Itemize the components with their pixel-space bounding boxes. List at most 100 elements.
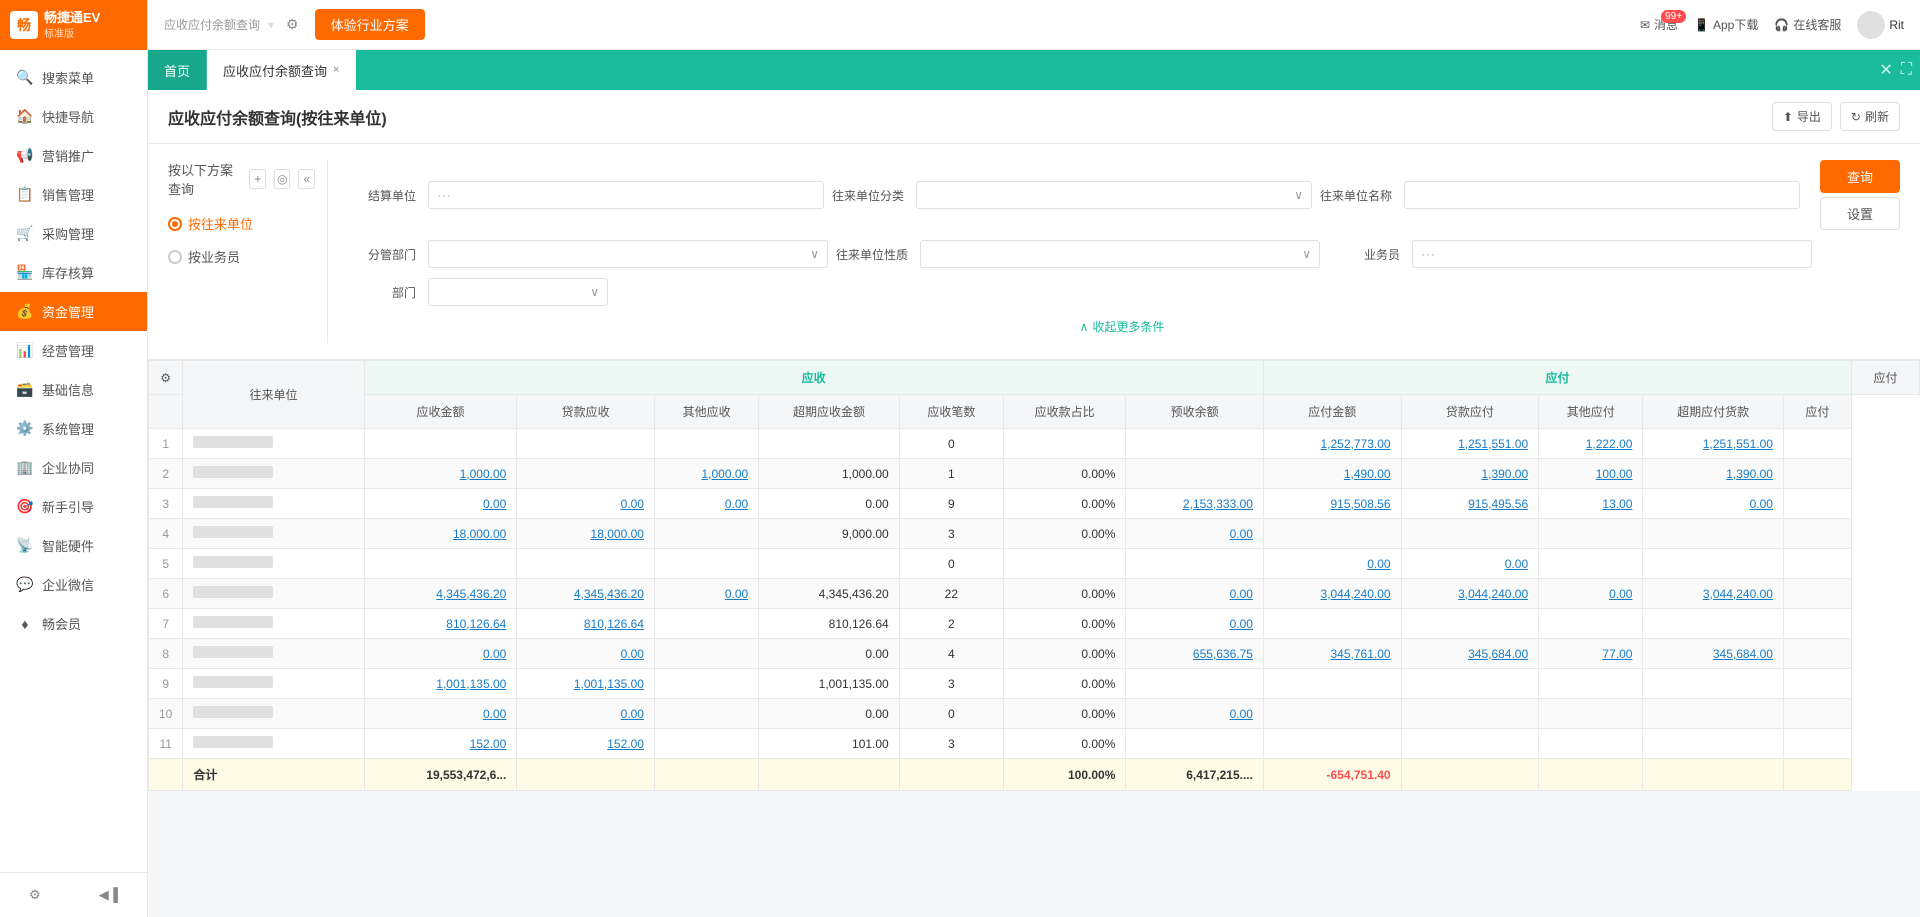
sidebar-item-finance[interactable]: 💰资金管理 [0,292,147,331]
export-btn[interactable]: ⬆ 导出 [1772,102,1832,131]
ar-loan-cell: 810,126.64 [517,609,655,639]
sidebar-item-inventory[interactable]: 🏪库存核算 [0,253,147,292]
view-by-unit[interactable]: 按往来单位 [168,210,315,237]
sidebar-item-hardware[interactable]: 📡智能硬件 [0,526,147,565]
ar-overdue-cell: 0.00 [759,489,900,519]
ar-prepay-cell: 0.00 [1126,609,1264,639]
settings-col-header[interactable]: ⚙ [149,361,183,395]
table-row: 7 810,126.64 810,126.64 810,126.64 2 0.0… [149,609,1920,639]
jisudan-field: 结算单位 ··· [344,160,824,230]
data-table: ⚙ 往来单位 应收 应付 应付 应收金额 贷款应收 其他应收 超期应收金额 应收… [148,360,1920,791]
tab-expand-icon[interactable]: ⛶ [1901,61,1912,79]
ar-overdue-cell: 1,001,135.00 [759,669,900,699]
yewuyuan-input[interactable]: ··· [1412,240,1812,268]
ar-prepay-cell: 0.00 [1126,579,1264,609]
table-area: ⚙ 往来单位 应收 应付 应付 应收金额 贷款应收 其他应收 超期应收金额 应收… [148,360,1920,791]
row-num: 2 [149,459,183,489]
sidebar-item-marketing[interactable]: 📢营销推广 [0,136,147,175]
laiwang-nature-input[interactable]: ∨ [920,240,1320,268]
service-btn[interactable]: 🎧 在线客服 [1774,16,1841,33]
ap-overdue-header: 超期应付货款 [1643,395,1784,429]
ar-overdue-cell: 4,345,436.20 [759,579,900,609]
tab-home[interactable]: 首页 [148,50,207,90]
ar-ratio-cell: 0.00% [1003,699,1125,729]
query-btn[interactable]: 查询 [1820,160,1900,193]
ar-other-cell [654,429,758,459]
sidebar-item-corp[interactable]: 🏢企业协同 [0,448,147,487]
tab-arquery[interactable]: 应收应付余额查询 × [207,50,356,90]
sales-icon: 📋 [16,186,34,204]
vip-icon: ♦ [16,615,34,633]
ar-ratio-cell [1003,549,1125,579]
fenguan-label: 分管部门 [344,246,424,263]
ap-tail-cell [1783,639,1851,669]
filter-add-btn[interactable]: + [249,169,266,189]
view-by-unit-label: 按往来单位 [188,214,253,233]
ap-overdue-cell [1643,669,1784,699]
msg-icon: ✉ [1640,18,1650,32]
filter-collapse-btn[interactable]: « [298,169,315,189]
laiwang-type-input[interactable]: ∨ [916,181,1312,209]
collapse-btn[interactable]: ◀▐ [93,881,124,909]
ar-loan-cell: 0.00 [517,489,655,519]
ap-other-cell: 100.00 [1539,459,1643,489]
ap-tail-cell [1783,459,1851,489]
partner-col-header: 往来单位 [183,361,364,429]
table-wrapper: ⚙ 往来单位 应收 应付 应付 应收金额 贷款应收 其他应收 超期应收金额 应收… [148,360,1920,791]
ar-overdue-cell: 9,000.00 [759,519,900,549]
partner-cell [183,579,364,609]
sidebar-item-sales[interactable]: 📋销售管理 [0,175,147,214]
ap-overdue-cell [1643,549,1784,579]
filter-setting-btn[interactable]: 设置 [1820,197,1900,230]
fenguan-input[interactable]: ∨ [428,240,828,268]
settings-btn[interactable]: ⚙ [23,881,47,909]
tab-close-window-icon[interactable]: ✕ [1879,60,1892,80]
msg-btn[interactable]: ✉ 消息 99+ [1640,16,1678,33]
sidebar-item-quicknav[interactable]: 🏠快捷导航 [0,97,147,136]
filter-target-btn[interactable]: ◎ [274,169,291,189]
search-icon: 🔍 [16,69,34,87]
bumen-input[interactable]: ∨ [428,278,608,306]
partner-cell [183,669,364,699]
ap-other-cell [1539,519,1643,549]
sidebar-item-search[interactable]: 🔍搜索菜单 [0,58,147,97]
ar-overdue-cell: 0.00 [759,639,900,669]
laiwang-name-input[interactable] [1404,181,1800,209]
refresh-btn[interactable]: ↻ 刷新 [1840,102,1900,131]
row-num: 9 [149,669,183,699]
gear-icon[interactable]: ⚙ [286,16,299,33]
ar-count-cell: 22 [899,579,1003,609]
filter-left-panel: 按以下方案查询 + ◎ « 按往来单位 按业务员 [168,160,328,343]
sidebar-item-operations[interactable]: 📊经营管理 [0,331,147,370]
plan-btn[interactable]: 体验行业方案 [315,9,425,40]
ar-other-cell [654,729,758,759]
sidebar-item-base[interactable]: 🗃️基础信息 [0,370,147,409]
ar-other-cell [654,519,758,549]
view-by-staff[interactable]: 按业务员 [168,243,315,270]
ar-amount-cell: 0.00 [364,639,517,669]
tab-close-icon[interactable]: × [333,64,339,76]
sidebar-item-newbie[interactable]: 🎯新手引导 [0,487,147,526]
ap-overdue-cell: 0.00 [1643,489,1784,519]
ap-amount-cell [1263,519,1401,549]
jisudan-input[interactable]: ··· [428,181,824,209]
topbar: 应收应付余额查询 ▾ ⚙ 体验行业方案 ✉ 消息 99+ 📱 App下载 🎧 在… [148,0,1920,50]
sidebar-item-vip[interactable]: ♦畅会员 [0,604,147,643]
filter-more-btn[interactable]: ∧ 收起更多条件 [344,310,1900,343]
row-num: 11 [149,729,183,759]
user-name: Rit [1889,18,1904,32]
app-download-btn[interactable]: 📱 App下载 [1694,16,1758,33]
sidebar-item-system[interactable]: ⚙️系统管理 [0,409,147,448]
ar-ratio-cell: 0.00% [1003,729,1125,759]
sidebar-item-purchase[interactable]: 🛒采购管理 [0,214,147,253]
ap-other-cell: 13.00 [1539,489,1643,519]
ar-overdue-header: 超期应收金额 [759,395,900,429]
user-menu[interactable]: Rit [1857,11,1904,39]
filter-section-title: 按以下方案查询 [168,160,241,198]
newbie-icon: 🎯 [16,498,34,516]
footer-label: 合计 [183,759,364,791]
ap-loan-cell: 1,251,551.00 [1401,429,1539,459]
sidebar-item-wechat[interactable]: 💬企业微信 [0,565,147,604]
jisudan-label: 结算单位 [344,187,424,204]
table-row: 6 4,345,436.20 4,345,436.20 0.00 4,345,4… [149,579,1920,609]
